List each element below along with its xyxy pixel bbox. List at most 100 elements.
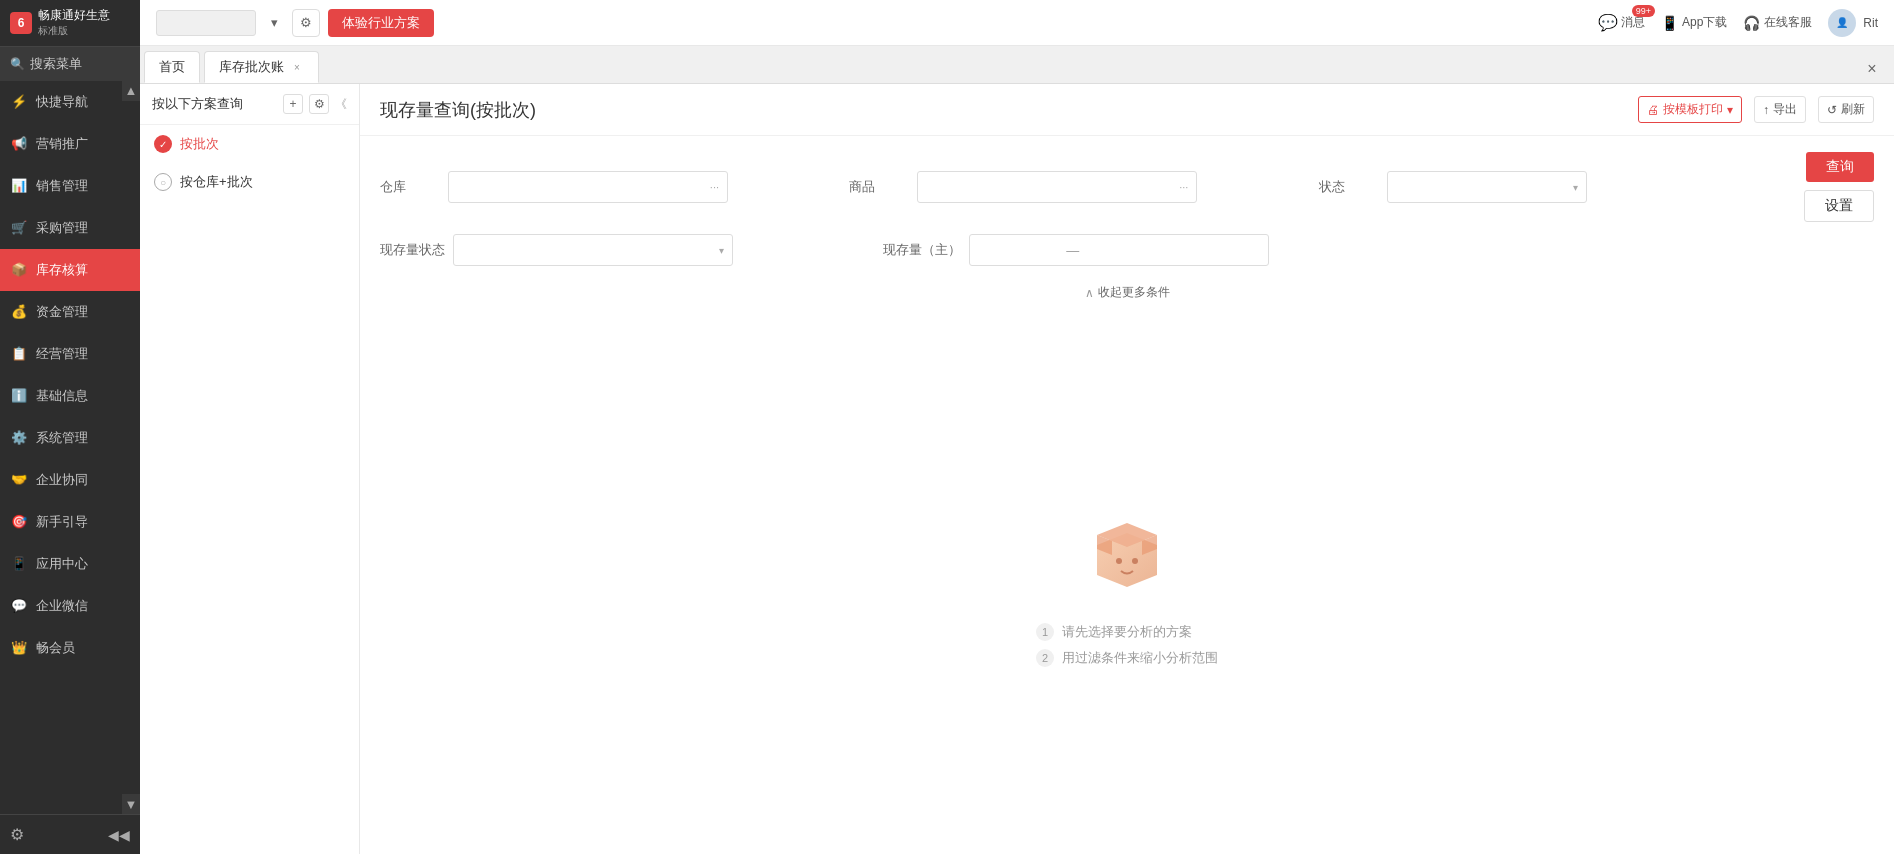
filter-panel-header: 按以下方案查询 + ⚙ 《	[140, 84, 359, 125]
sidebar-item-apps[interactable]: 📱 应用中心	[0, 543, 140, 585]
status-select[interactable]: ▾	[1387, 171, 1587, 203]
tab-home[interactable]: 首页	[144, 51, 200, 83]
nav-label-system: 系统管理	[36, 429, 88, 447]
filter-item-by-batch[interactable]: ✓ 按批次	[140, 125, 359, 163]
product-input[interactable]: ···	[917, 171, 1197, 203]
empty-hints: 1 请先选择要分析的方案 2 用过滤条件来缩小分析范围	[1036, 623, 1218, 675]
user-avatar: 👤	[1828, 9, 1856, 37]
sidebar-nav-area: ▲ ⚡ 快捷导航 📢 营销推广 📊 销售管理 🛒 采购管理 📦 库存核算 💰 资…	[0, 81, 140, 814]
stock-qty-label: 现存量（主）	[883, 241, 961, 259]
stock-qty-from-input[interactable]	[978, 243, 1058, 258]
sidebar-footer: ⚙ ◀◀	[0, 814, 140, 854]
print-icon: 🖨	[1647, 103, 1659, 117]
topbar-right: 💬 消息 99+ 📱 App下载 🎧 在线客服 👤 Rit	[1598, 9, 1878, 37]
sidebar-search[interactable]: 🔍 搜索菜单	[0, 47, 140, 81]
sidebar: 6 畅康通好生意 标准版 🔍 搜索菜单 ▲ ⚡ 快捷导航 📢 营销推广 📊 销售…	[0, 0, 140, 854]
empty-hint-1: 1 请先选择要分析的方案	[1036, 623, 1218, 641]
collapse-more-btn[interactable]: ∧ 收起更多条件	[380, 278, 1874, 307]
query-btn[interactable]: 查询	[1806, 152, 1874, 182]
sidebar-item-system[interactable]: ⚙️ 系统管理	[0, 417, 140, 459]
empty-illustration	[1077, 503, 1177, 603]
nav-icon-apps: 📱	[10, 555, 28, 573]
empty-icon	[1077, 503, 1177, 603]
filter-add-btn[interactable]: +	[283, 94, 303, 114]
sidebar-item-member[interactable]: 👑 畅会员	[0, 627, 140, 669]
app-title: 畅康通好生意	[38, 8, 110, 24]
nav-label-basic-info: 基础信息	[36, 387, 88, 405]
topbar-dropdown-btn[interactable]: ▾	[264, 13, 284, 33]
page-close-btn[interactable]: ×	[1858, 55, 1886, 83]
sidebar-item-newbie[interactable]: 🎯 新手引导	[0, 501, 140, 543]
warehouse-dots[interactable]: ···	[710, 181, 719, 193]
stock-qty-to-input[interactable]	[1087, 243, 1167, 258]
nav-icon-enterprise: 🤝	[10, 471, 28, 489]
sidebar-item-enterprise[interactable]: 🤝 企业协同	[0, 459, 140, 501]
sidebar-item-quick-nav[interactable]: ⚡ 快捷导航	[0, 81, 140, 123]
sidebar-item-sales[interactable]: 📊 销售管理	[0, 165, 140, 207]
sidebar-item-marketing[interactable]: 📢 营销推广	[0, 123, 140, 165]
nav-icon-system: ⚙️	[10, 429, 28, 447]
nav-icon-finance: 💰	[10, 303, 28, 321]
sidebar-item-operations[interactable]: 📋 经营管理	[0, 333, 140, 375]
stock-status-select[interactable]: ▾	[453, 234, 733, 266]
search-form: 仓库 ··· 商品 ··· 状态	[360, 136, 1894, 323]
sidebar-item-wechat[interactable]: 💬 企业微信	[0, 585, 140, 627]
sidebar-nav: ⚡ 快捷导航 📢 营销推广 📊 销售管理 🛒 采购管理 📦 库存核算 💰 资金管…	[0, 81, 140, 669]
nav-label-operations: 经营管理	[36, 345, 88, 363]
search-icon: 🔍	[10, 57, 25, 71]
hint-2-num: 2	[1036, 649, 1054, 667]
nav-icon-quick-nav: ⚡	[10, 93, 28, 111]
sidebar-settings-btn[interactable]: ⚙	[10, 825, 24, 844]
content-area: 按以下方案查询 + ⚙ 《 ✓ 按批次 ○	[140, 84, 1894, 854]
stock-qty-range[interactable]: —	[969, 234, 1269, 266]
topbar-settings-btn[interactable]: ⚙	[292, 9, 320, 37]
nav-label-purchase: 采购管理	[36, 219, 88, 237]
product-dots[interactable]: ···	[1179, 181, 1188, 193]
sidebar-item-purchase[interactable]: 🛒 采购管理	[0, 207, 140, 249]
warehouse-input[interactable]: ···	[448, 171, 728, 203]
sidebar-item-inventory[interactable]: 📦 库存核算	[0, 249, 140, 291]
sidebar-scroll-up-btn[interactable]: ▲	[122, 81, 140, 101]
status-label: 状态	[1319, 178, 1379, 196]
plus-icon: +	[289, 97, 296, 111]
user-profile-btn[interactable]: 👤 Rit	[1828, 9, 1878, 37]
sidebar-item-basic-info[interactable]: ℹ️ 基础信息	[0, 375, 140, 417]
nav-label-newbie: 新手引导	[36, 513, 88, 531]
sidebar-scroll-down-btn[interactable]: ▼	[122, 794, 140, 814]
home-tab-label: 首页	[159, 58, 185, 76]
collapse-icon: 《	[335, 97, 347, 111]
user-name: Rit	[1863, 16, 1878, 30]
filter-settings-btn[interactable]: ⚙	[309, 94, 329, 114]
tabbar: 首页 库存批次账 × ×	[140, 46, 1894, 84]
svg-point-5	[1132, 558, 1138, 564]
tab-close-btn[interactable]: ×	[290, 60, 304, 74]
search-form-row-1: 仓库 ··· 商品 ··· 状态	[380, 152, 1874, 222]
app-subtitle: 标准版	[38, 24, 110, 38]
app-download-label: App下载	[1682, 14, 1727, 31]
filter-collapse-btn[interactable]: 《	[335, 96, 347, 113]
stock-status-field: 现存量状态 ▾	[380, 234, 867, 266]
sidebar-collapse-btn[interactable]: ◀◀	[108, 827, 130, 843]
settings-btn[interactable]: 设置	[1804, 190, 1874, 222]
query-actions: 查询 设置	[1788, 152, 1874, 222]
topbar: ▾ ⚙ 体验行业方案 💬 消息 99+ 📱 App下载 🎧 在线客服 👤	[140, 0, 1894, 46]
app-title-group: 畅康通好生意 标准版	[38, 8, 110, 38]
filter-item-by-warehouse-batch[interactable]: ○ 按仓库+批次	[140, 163, 359, 201]
print-dropdown-icon: ▾	[1727, 103, 1733, 117]
export-btn[interactable]: ↑ 导出	[1754, 96, 1806, 123]
settings-icon: ⚙	[314, 97, 325, 111]
refresh-btn[interactable]: ↺ 刷新	[1818, 96, 1874, 123]
stock-status-label: 现存量状态	[380, 241, 445, 259]
customer-service-btn[interactable]: 🎧 在线客服	[1743, 14, 1812, 31]
experience-btn[interactable]: 体验行业方案	[328, 9, 434, 37]
nav-label-wechat: 企业微信	[36, 597, 88, 615]
tab-inventory-batch[interactable]: 库存批次账 ×	[204, 51, 319, 83]
print-btn[interactable]: 🖨 按模板打印 ▾	[1638, 96, 1742, 123]
nav-icon-sales: 📊	[10, 177, 28, 195]
messages-btn[interactable]: 💬 消息 99+	[1598, 13, 1645, 32]
nav-icon-member: 👑	[10, 639, 28, 657]
sidebar-item-finance[interactable]: 💰 资金管理	[0, 291, 140, 333]
topbar-search-input[interactable]	[156, 10, 256, 36]
app-download-btn[interactable]: 📱 App下载	[1661, 14, 1727, 31]
warehouse-field: 仓库 ···	[380, 171, 833, 203]
